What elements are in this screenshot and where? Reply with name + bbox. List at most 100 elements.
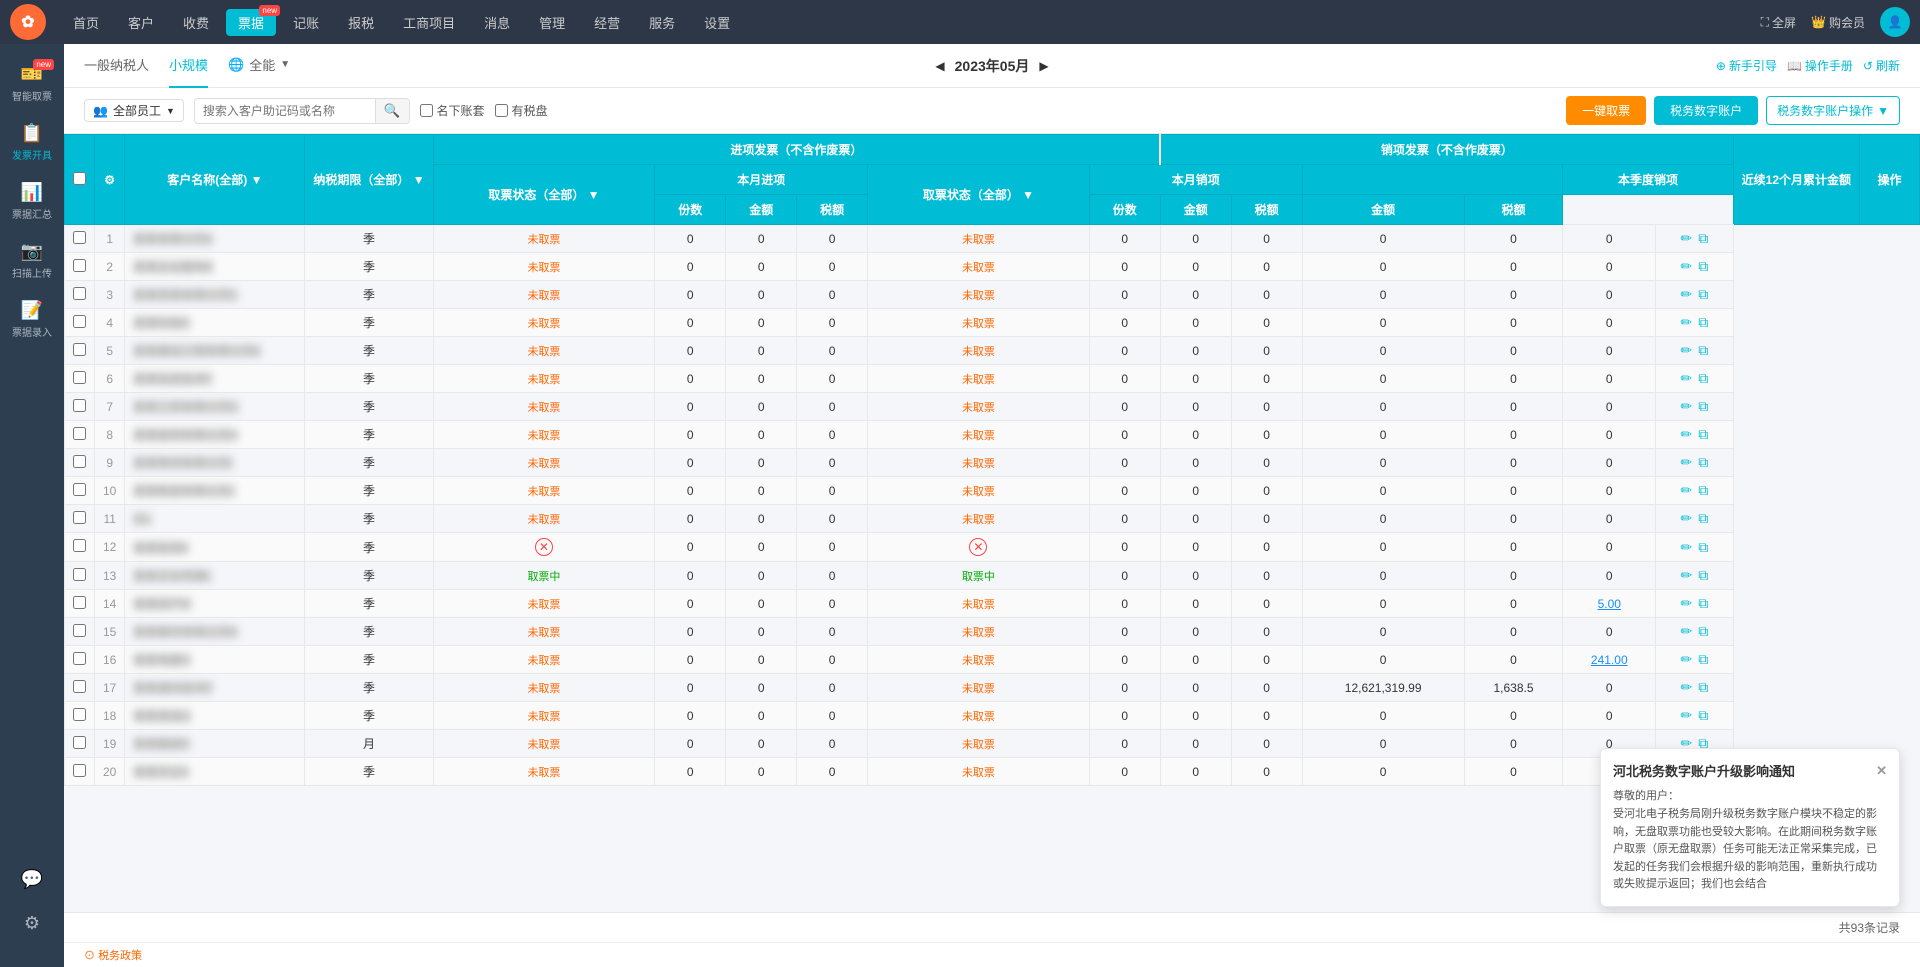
tab-small-scale[interactable]: 小规模: [169, 44, 208, 88]
row-checkbox[interactable]: [73, 259, 86, 272]
nav-settings[interactable]: 设置: [692, 9, 742, 36]
sidebar-item-invoice-summary[interactable]: 📊 票据汇总: [0, 172, 64, 231]
sidebar-item-chat[interactable]: 💬: [21, 859, 43, 903]
copy-icon[interactable]: ⧉: [1698, 314, 1708, 331]
row-checkbox[interactable]: [73, 764, 86, 777]
copy-icon[interactable]: ⧉: [1698, 595, 1708, 612]
edit-icon[interactable]: ✏: [1681, 539, 1693, 556]
has-tax-disk-checkbox[interactable]: [495, 104, 508, 117]
under-account-checkbox[interactable]: [420, 104, 433, 117]
row-checkbox[interactable]: [73, 624, 86, 637]
select-all-checkbox[interactable]: [73, 172, 86, 185]
edit-icon[interactable]: ✏: [1681, 370, 1693, 387]
edit-icon[interactable]: ✏: [1681, 342, 1693, 359]
row-checkbox[interactable]: [73, 399, 86, 412]
copy-icon[interactable]: ⧉: [1698, 539, 1708, 556]
edit-icon[interactable]: ✏: [1681, 651, 1693, 668]
copy-icon[interactable]: ⧉: [1698, 651, 1708, 668]
row-checkbox[interactable]: [73, 483, 86, 496]
sidebar-item-invoice-open[interactable]: 📋 发票开具: [0, 113, 64, 172]
nav-tax[interactable]: 报税: [336, 9, 386, 36]
copy-icon[interactable]: ⧉: [1698, 623, 1708, 640]
row-checkbox[interactable]: [73, 455, 86, 468]
row-checkbox[interactable]: [73, 343, 86, 356]
copy-icon[interactable]: ⧉: [1698, 230, 1708, 247]
edit-icon[interactable]: ✏: [1681, 567, 1693, 584]
tax-digital-account-btn[interactable]: 税务数字账户: [1654, 96, 1758, 125]
row-checkbox[interactable]: [73, 736, 86, 749]
nav-service[interactable]: 服务: [637, 9, 687, 36]
last12-cell[interactable]: 241.00: [1563, 646, 1656, 674]
copy-icon[interactable]: ⧉: [1698, 370, 1708, 387]
copy-icon[interactable]: ⧉: [1698, 426, 1708, 443]
tax-digital-account-ops-btn[interactable]: 税务数字账户操作 ▼: [1766, 96, 1900, 125]
row-checkbox[interactable]: [73, 539, 86, 552]
sidebar-item-scan-upload[interactable]: 📷 扫描上传: [0, 231, 64, 290]
nav-invoice[interactable]: 票据 new: [226, 9, 276, 36]
row-checkbox[interactable]: [73, 315, 86, 328]
row-checkbox[interactable]: [73, 371, 86, 384]
edit-icon[interactable]: ✏: [1681, 454, 1693, 471]
copy-icon[interactable]: ⧉: [1698, 567, 1708, 584]
edit-icon[interactable]: ✏: [1681, 510, 1693, 527]
copy-icon[interactable]: ⧉: [1698, 510, 1708, 527]
row-checkbox[interactable]: [73, 652, 86, 665]
search-btn[interactable]: 🔍: [375, 99, 409, 123]
edit-icon[interactable]: ✏: [1681, 707, 1693, 724]
tab-general-taxpayer[interactable]: 一般纳税人: [84, 44, 149, 88]
one-key-invoice-btn[interactable]: 一键取票: [1566, 96, 1646, 125]
row-checkbox[interactable]: [73, 680, 86, 693]
row-checkbox[interactable]: [73, 708, 86, 721]
nav-accounting[interactable]: 记账: [281, 9, 331, 36]
sidebar-item-invoice-entry[interactable]: 📝 票据录入: [0, 290, 64, 349]
nav-business[interactable]: 工商项目: [391, 9, 467, 36]
under-account-filter[interactable]: 名下账套: [420, 102, 485, 119]
nav-home[interactable]: 首页: [61, 9, 111, 36]
copy-icon[interactable]: ⧉: [1698, 707, 1708, 724]
row-checkbox[interactable]: [73, 596, 86, 609]
row-checkbox[interactable]: [73, 511, 86, 524]
refresh-btn[interactable]: ↺ 刷新: [1863, 57, 1900, 74]
sidebar-item-smart-ticket[interactable]: 🎫 智能取票 new: [0, 54, 64, 113]
nav-message[interactable]: 消息: [472, 9, 522, 36]
popup-close-btn[interactable]: ✕: [1876, 763, 1887, 779]
edit-icon[interactable]: ✏: [1681, 230, 1693, 247]
edit-icon[interactable]: ✏: [1681, 623, 1693, 640]
copy-icon[interactable]: ⧉: [1698, 679, 1708, 696]
nav-client[interactable]: 客户: [116, 9, 166, 36]
sidebar-item-settings[interactable]: ⚙: [21, 903, 43, 947]
copy-icon[interactable]: ⧉: [1698, 482, 1708, 499]
next-month-btn[interactable]: ▶: [1039, 59, 1048, 73]
edit-icon[interactable]: ✏: [1681, 482, 1693, 499]
edit-icon[interactable]: ✏: [1681, 258, 1693, 275]
tab-all[interactable]: 🌐 全能 ▼: [228, 44, 290, 88]
edit-icon[interactable]: ✏: [1681, 426, 1693, 443]
copy-icon[interactable]: ⧉: [1698, 286, 1708, 303]
edit-icon[interactable]: ✏: [1681, 595, 1693, 612]
has-tax-disk-filter[interactable]: 有税盘: [495, 102, 548, 119]
row-checkbox[interactable]: [73, 427, 86, 440]
edit-icon[interactable]: ✏: [1681, 679, 1693, 696]
nav-fee[interactable]: 收费: [171, 9, 221, 36]
edit-icon[interactable]: ✏: [1681, 286, 1693, 303]
row-checkbox[interactable]: [73, 568, 86, 581]
copy-icon[interactable]: ⧉: [1698, 398, 1708, 415]
manual-btn[interactable]: 📖 操作手册: [1787, 57, 1853, 74]
nav-operation[interactable]: 经营: [582, 9, 632, 36]
staff-filter-wrap[interactable]: 👥 全部员工 ▼: [84, 99, 184, 122]
edit-icon[interactable]: ✏: [1681, 314, 1693, 331]
copy-icon[interactable]: ⧉: [1698, 454, 1708, 471]
guide-btn[interactable]: ⊕ 新手引导: [1716, 57, 1777, 74]
last12-cell[interactable]: 5.00: [1563, 590, 1656, 618]
nav-manage[interactable]: 管理: [527, 9, 577, 36]
row-checkbox[interactable]: [73, 287, 86, 300]
fullscreen-btn[interactable]: ⛶ 全屏: [1761, 14, 1796, 31]
edit-icon[interactable]: ✏: [1681, 398, 1693, 415]
tax-policy-bar[interactable]: ⊙ 税务政策: [64, 942, 1920, 967]
row-checkbox[interactable]: [73, 231, 86, 244]
search-input[interactable]: [195, 100, 375, 122]
member-btn[interactable]: 👑 购会员: [1811, 14, 1865, 31]
user-avatar[interactable]: 👤: [1880, 7, 1910, 37]
copy-icon[interactable]: ⧉: [1698, 342, 1708, 359]
prev-month-btn[interactable]: ◀: [935, 59, 944, 73]
